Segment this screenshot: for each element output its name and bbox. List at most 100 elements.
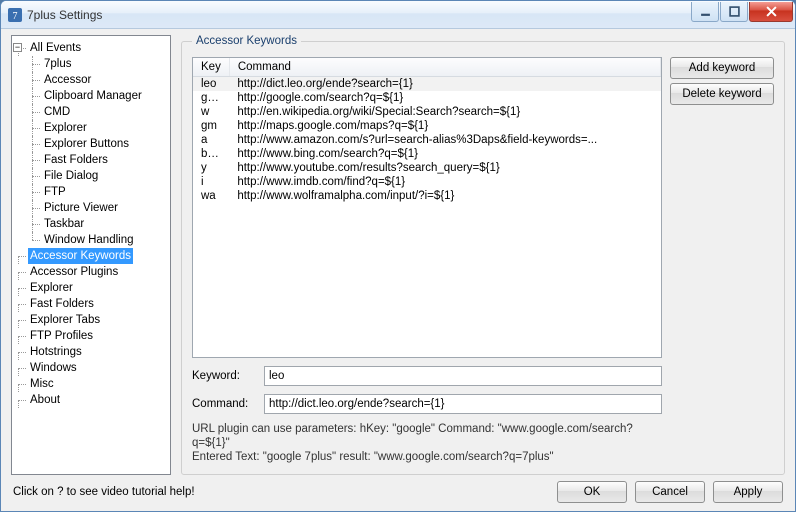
table-row[interactable]: leohttp://dict.leo.org/ende?search={1}	[193, 77, 661, 92]
tree-item-label[interactable]: Accessor Plugins	[28, 264, 120, 280]
col-key[interactable]: Key	[193, 58, 229, 77]
cell-key: gm	[193, 119, 229, 133]
tree-item[interactable]: File Dialog	[28, 168, 168, 184]
tree-item-label[interactable]: FTP Profiles	[28, 328, 95, 344]
tree-item[interactable]: Window Handling	[28, 232, 168, 248]
minimize-button[interactable]	[691, 2, 719, 22]
help-text: URL plugin can use parameters: hKey: "go…	[192, 422, 662, 464]
tree-item-label[interactable]: Hotstrings	[28, 344, 84, 360]
tree-item[interactable]: Accessor Keywords	[14, 248, 168, 264]
help-line-1: URL plugin can use parameters: hKey: "go…	[192, 422, 662, 450]
client-area: − All Events 7plusAccessorClipboard Mana…	[1, 29, 795, 511]
tree-item-label[interactable]: Explorer	[42, 120, 89, 136]
table-row-empty	[193, 217, 661, 231]
col-command[interactable]: Command	[229, 58, 660, 77]
tree-item-label[interactable]: 7plus	[42, 56, 74, 72]
table-row[interactable]: yhttp://www.youtube.com/results?search_q…	[193, 161, 661, 175]
tree-item[interactable]: 7plus	[28, 56, 168, 72]
cell-command: http://www.wolframalpha.com/input/?i=${1…	[229, 189, 660, 203]
ok-button[interactable]: OK	[557, 481, 627, 503]
tree-item[interactable]: Explorer Buttons	[28, 136, 168, 152]
category-tree[interactable]: − All Events 7plusAccessorClipboard Mana…	[11, 35, 171, 475]
cell-command: http://en.wikipedia.org/wiki/Special:Sea…	[229, 105, 660, 119]
tree-item[interactable]: Picture Viewer	[28, 200, 168, 216]
table-row[interactable]: whttp://en.wikipedia.org/wiki/Special:Se…	[193, 105, 661, 119]
tree-item-label[interactable]: Misc	[28, 376, 56, 392]
close-button[interactable]	[749, 2, 793, 22]
tree-item[interactable]: Explorer	[14, 280, 168, 296]
right-panel: Accessor Keywords Key Command	[177, 35, 785, 475]
tree-item-label[interactable]: About	[28, 392, 62, 408]
tree-item-label[interactable]: Picture Viewer	[42, 200, 120, 216]
cell-command: http://www.bing.com/search?q=${1}	[229, 147, 660, 161]
table-row[interactable]: wahttp://www.wolframalpha.com/input/?i=$…	[193, 189, 661, 203]
table-row[interactable]: ahttp://www.amazon.com/s?url=search-alia…	[193, 133, 661, 147]
add-keyword-button[interactable]: Add keyword	[670, 57, 774, 79]
tree-item[interactable]: Hotstrings	[14, 344, 168, 360]
tree-item[interactable]: Windows	[14, 360, 168, 376]
keyword-input[interactable]	[264, 366, 662, 386]
table-row-empty	[193, 259, 661, 273]
group-legend: Accessor Keywords	[192, 35, 301, 47]
tree-item[interactable]: FTP Profiles	[14, 328, 168, 344]
tree-item[interactable]: Explorer	[28, 120, 168, 136]
table-row[interactable]: ihttp://www.imdb.com/find?q=${1}	[193, 175, 661, 189]
tree-item[interactable]: Clipboard Manager	[28, 88, 168, 104]
tree-item-label[interactable]: CMD	[42, 104, 72, 120]
tree-item-label[interactable]: Accessor Keywords	[28, 248, 133, 264]
window-title: 7plus Settings	[27, 8, 691, 22]
command-input[interactable]	[264, 394, 662, 414]
delete-keyword-button[interactable]: Delete keyword	[670, 83, 774, 105]
tree-item[interactable]: Misc	[14, 376, 168, 392]
table-row-empty	[193, 273, 661, 287]
table-row[interactable]: binghttp://www.bing.com/search?q=${1}	[193, 147, 661, 161]
tree-item[interactable]: Taskbar	[28, 216, 168, 232]
tree-item[interactable]: CMD	[28, 104, 168, 120]
cell-key: google	[193, 91, 229, 105]
collapse-icon[interactable]: −	[13, 43, 22, 52]
table-row-empty	[193, 231, 661, 245]
footer-bar: Click on ? to see video tutorial help! O…	[11, 475, 785, 505]
cell-command: http://www.imdb.com/find?q=${1}	[229, 175, 660, 189]
side-buttons: Add keyword Delete keyword	[670, 57, 774, 464]
cell-command: http://www.amazon.com/s?url=search-alias…	[229, 133, 660, 147]
titlebar: 7 7plus Settings	[1, 1, 795, 29]
tree-item-label[interactable]: Windows	[28, 360, 79, 376]
settings-window: 7 7plus Settings − All Events	[0, 0, 796, 512]
window-buttons	[691, 2, 793, 22]
tree-item-label[interactable]: Explorer Buttons	[42, 136, 131, 152]
tree-item-label[interactable]: Fast Folders	[42, 152, 110, 168]
table-row-empty	[193, 245, 661, 259]
cell-key: bing	[193, 147, 229, 161]
tree-item[interactable]: Explorer Tabs	[14, 312, 168, 328]
cell-command: http://google.com/search?q=${1}	[229, 91, 660, 105]
cancel-button[interactable]: Cancel	[635, 481, 705, 503]
keywords-table[interactable]: Key Command leohttp://dict.leo.org/ende?…	[192, 57, 662, 358]
tree-item-label[interactable]: Clipboard Manager	[42, 88, 144, 104]
maximize-button[interactable]	[720, 2, 748, 22]
table-row[interactable]: gmhttp://maps.google.com/maps?q=${1}	[193, 119, 661, 133]
cell-key: w	[193, 105, 229, 119]
tree-item[interactable]: About	[14, 392, 168, 408]
tree-item-label[interactable]: File Dialog	[42, 168, 100, 184]
tree-item-label[interactable]: Explorer Tabs	[28, 312, 102, 328]
tree-item-label[interactable]: Fast Folders	[28, 296, 96, 312]
tree-item[interactable]: Accessor Plugins	[14, 264, 168, 280]
tree-item-label[interactable]: Explorer	[28, 280, 75, 296]
command-label: Command:	[192, 398, 256, 410]
table-row[interactable]: googlehttp://google.com/search?q=${1}	[193, 91, 661, 105]
tree-root-label[interactable]: All Events	[28, 40, 83, 56]
tree-item-label[interactable]: Taskbar	[42, 216, 86, 232]
keyword-label: Keyword:	[192, 370, 256, 382]
tree-item-label[interactable]: Accessor	[42, 72, 93, 88]
tree-item[interactable]: FTP	[28, 184, 168, 200]
cell-command: http://maps.google.com/maps?q=${1}	[229, 119, 660, 133]
tree-root[interactable]: − All Events 7plusAccessorClipboard Mana…	[14, 40, 168, 248]
tree-item-label[interactable]: Window Handling	[42, 232, 136, 248]
tree-item[interactable]: Fast Folders	[28, 152, 168, 168]
tree-item[interactable]: Accessor	[28, 72, 168, 88]
table-row-empty	[193, 203, 661, 217]
tree-item-label[interactable]: FTP	[42, 184, 68, 200]
tree-item[interactable]: Fast Folders	[14, 296, 168, 312]
apply-button[interactable]: Apply	[713, 481, 783, 503]
